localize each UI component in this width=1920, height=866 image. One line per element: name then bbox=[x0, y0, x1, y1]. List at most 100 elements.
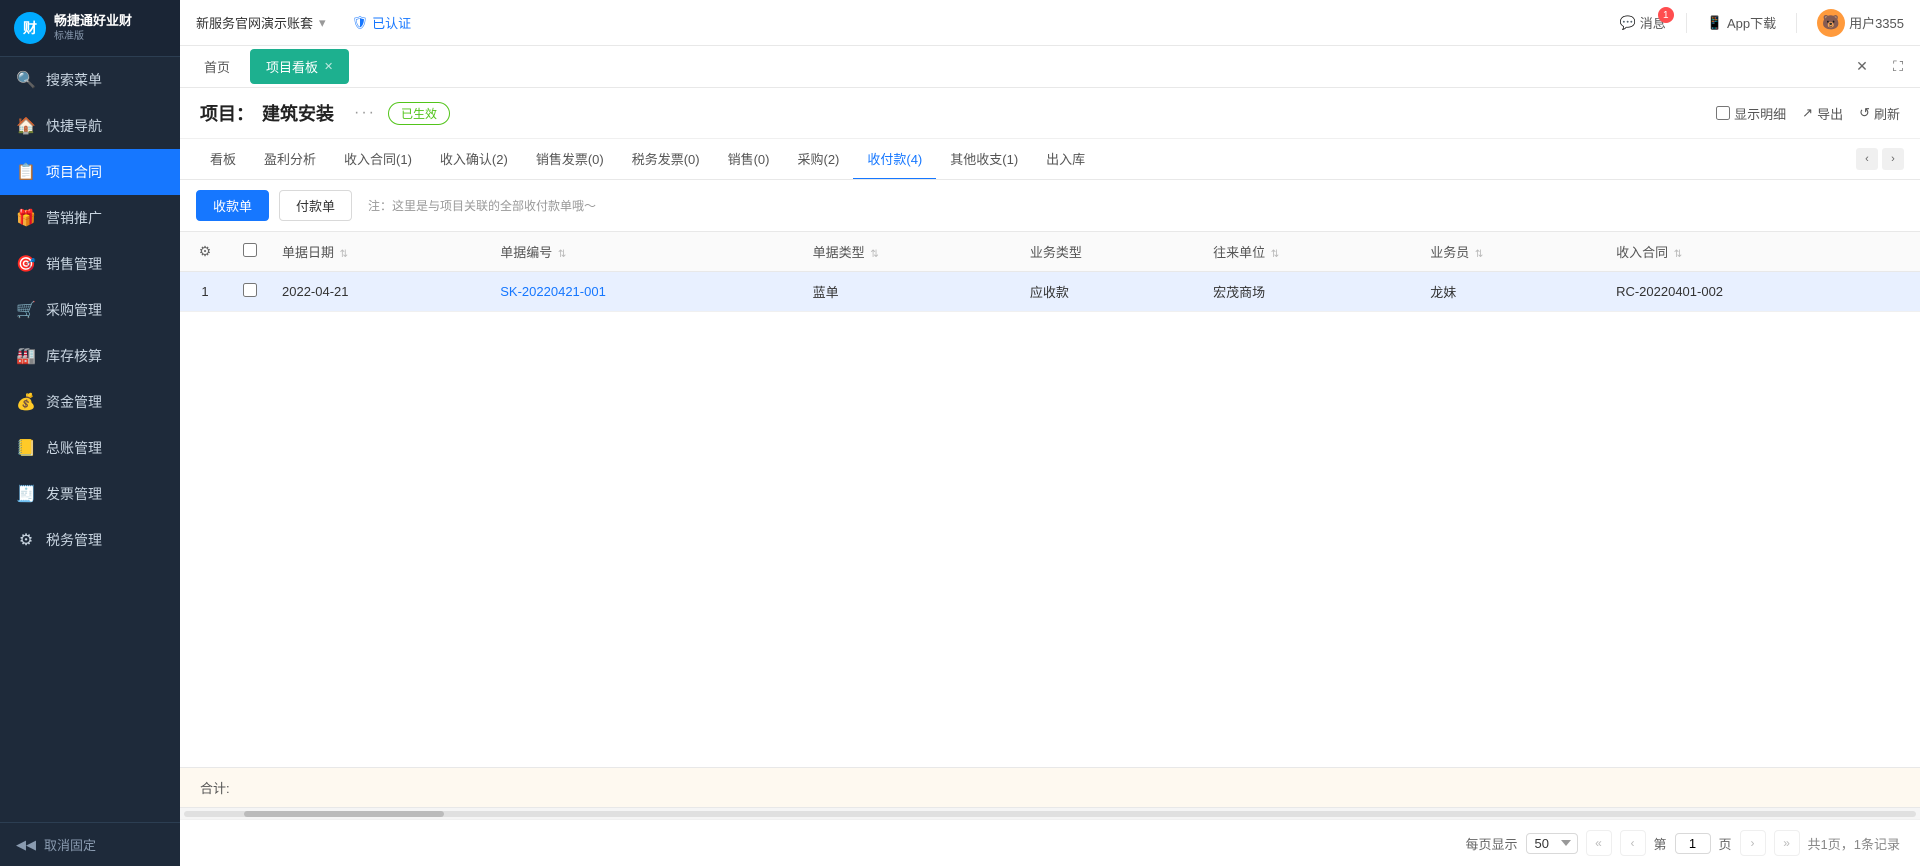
tab-maximize-btn[interactable]: ⛶ bbox=[1884, 53, 1912, 81]
table-row[interactable]: 1 2022-04-21 SK-20220421-001 蓝单 应收款 宏茂商场… bbox=[180, 272, 1920, 312]
show-detail-checkbox[interactable] bbox=[1716, 106, 1730, 120]
sub-tab-other-income[interactable]: 其他收支(1) bbox=[936, 139, 1032, 180]
sidebar-item-marketing[interactable]: 🎁 营销推广 bbox=[0, 195, 180, 241]
total-info: 共1页，1条记录 bbox=[1808, 834, 1900, 853]
refresh-btn[interactable]: ↺ 刷新 bbox=[1859, 104, 1900, 123]
col-income-contract[interactable]: 收入合同 ⇅ bbox=[1604, 232, 1920, 272]
sidebar-item-purchase-mgmt[interactable]: 🛒 采购管理 bbox=[0, 287, 180, 333]
prev-page-btn[interactable]: ‹ bbox=[1620, 830, 1646, 856]
sub-tab-income-confirm[interactable]: 收入确认(2) bbox=[426, 139, 522, 180]
sub-tab-kanban[interactable]: 看板 bbox=[196, 139, 250, 180]
next-page-icon: › bbox=[1751, 836, 1755, 850]
sidebar-label-ledger: 总账管理 bbox=[46, 438, 102, 458]
sidebar-label-project-contract: 项目合同 bbox=[46, 162, 102, 182]
page-input[interactable] bbox=[1675, 833, 1711, 854]
cert-status: 🛡 已认证 bbox=[352, 13, 412, 32]
account-selector[interactable]: 新服务官网演示账套 ▾ bbox=[196, 13, 326, 32]
first-page-btn[interactable]: « bbox=[1586, 830, 1612, 856]
sub-tab-purchase[interactable]: 采购(2) bbox=[783, 139, 853, 180]
sub-tab-receipt-payment[interactable]: 收付款(4) bbox=[853, 139, 936, 180]
app-logo-text: 畅捷通好业财 标准版 bbox=[54, 13, 132, 43]
row-checkbox-0[interactable] bbox=[243, 283, 257, 297]
sidebar-item-ledger[interactable]: 📒 总账管理 bbox=[0, 425, 180, 471]
cell-checkbox[interactable] bbox=[230, 272, 270, 312]
message-btn[interactable]: 💬 消息 1 bbox=[1620, 13, 1666, 32]
sidebar-item-project-contract[interactable]: 📋 项目合同 bbox=[0, 149, 180, 195]
select-all-checkbox[interactable] bbox=[243, 243, 257, 257]
cell-number[interactable]: SK-20220421-001 bbox=[488, 272, 800, 312]
filter-btn-payment[interactable]: 付款单 bbox=[279, 190, 352, 221]
sub-tab-sales[interactable]: 销售(0) bbox=[714, 139, 784, 180]
sub-tabs: 看板盈利分析收入合同(1)收入确认(2)销售发票(0)税务发票(0)销售(0)采… bbox=[180, 139, 1920, 180]
next-page-btn[interactable]: › bbox=[1740, 830, 1766, 856]
settings-icon[interactable]: ⚙ bbox=[199, 243, 212, 259]
scrollbar-area[interactable] bbox=[180, 807, 1920, 819]
tab-list: 首页 项目看板 ✕ bbox=[188, 49, 349, 84]
user-menu[interactable]: 🐻 用户3355 bbox=[1817, 9, 1904, 37]
sub-tab-income-contract[interactable]: 收入合同(1) bbox=[330, 139, 426, 180]
sidebar-item-quick-nav[interactable]: 🏠 快捷导航 bbox=[0, 103, 180, 149]
scrollbar-thumb[interactable] bbox=[244, 811, 444, 817]
sidebar-item-sales-mgmt[interactable]: 🎯 销售管理 bbox=[0, 241, 180, 287]
filter-btn-receipt[interactable]: 收款单 bbox=[196, 190, 269, 221]
close-icon: ✕ bbox=[1856, 58, 1868, 75]
account-arrow-icon: ▾ bbox=[319, 15, 326, 31]
tab-project-board[interactable]: 项目看板 ✕ bbox=[250, 49, 349, 84]
sidebar-item-inventory[interactable]: 🏭 库存核算 bbox=[0, 333, 180, 379]
sidebar-item-invoice-mgmt[interactable]: 🧾 发票管理 bbox=[0, 471, 180, 517]
tab-close-btn[interactable]: ✕ bbox=[1848, 53, 1876, 81]
doc-number-link[interactable]: SK-20220421-001 bbox=[500, 284, 606, 299]
tab-home[interactable]: 首页 bbox=[188, 49, 246, 84]
cell-date: 2022-04-21 bbox=[270, 272, 488, 312]
sidebar-label-inventory: 库存核算 bbox=[46, 346, 102, 366]
sidebar-icon-inventory: 🏭 bbox=[16, 346, 36, 366]
sub-tabs-prev-btn[interactable]: ‹ bbox=[1856, 148, 1878, 170]
sidebar-icon-search: 🔍 bbox=[16, 70, 36, 90]
sidebar-unpin[interactable]: ◀◀ 取消固定 bbox=[0, 822, 180, 866]
app-logo-icon: 财 bbox=[14, 12, 46, 44]
sub-tab-in-out-warehouse[interactable]: 出入库 bbox=[1032, 139, 1099, 180]
col-number[interactable]: 单据编号 ⇅ bbox=[488, 232, 800, 272]
filter-bar: 收款单付款单注：这里是与项目关联的全部收付款单哦～ bbox=[180, 180, 1920, 231]
sidebar-item-tax-mgmt[interactable]: ⚙ 税务管理 bbox=[0, 517, 180, 563]
topbar-left: 新服务官网演示账套 ▾ 🛡 已认证 bbox=[196, 13, 411, 32]
per-page-select[interactable]: 50 10 20 100 bbox=[1526, 833, 1578, 854]
project-name: 建筑安装 bbox=[262, 100, 334, 126]
col-partner[interactable]: 往来单位 ⇅ bbox=[1201, 232, 1418, 272]
cell-type: 蓝单 bbox=[801, 272, 1018, 312]
col-salesman[interactable]: 业务员 ⇅ bbox=[1418, 232, 1604, 272]
app-download-btn[interactable]: 📱 App下载 bbox=[1707, 13, 1776, 32]
tab-project-board-close[interactable]: ✕ bbox=[324, 60, 333, 73]
sidebar-label-finance: 资金管理 bbox=[46, 392, 102, 412]
per-page-label: 每页显示 bbox=[1465, 834, 1517, 853]
col-date-sort-icon: ⇅ bbox=[340, 249, 348, 260]
cell-index: 1 bbox=[180, 272, 230, 312]
sidebar-item-finance[interactable]: 💰 资金管理 bbox=[0, 379, 180, 425]
account-name: 新服务官网演示账套 bbox=[196, 13, 313, 32]
sidebar: 财 畅捷通好业财 标准版 🔍 搜索菜单 🏠 快捷导航 📋 项目合同 🎁 营销推广… bbox=[0, 0, 180, 866]
sub-tab-sales-invoice[interactable]: 销售发票(0) bbox=[522, 139, 618, 180]
col-type[interactable]: 单据类型 ⇅ bbox=[801, 232, 1018, 272]
tabbar-controls: ✕ ⛶ bbox=[1848, 53, 1912, 81]
scrollbar-track[interactable] bbox=[184, 811, 1916, 817]
sidebar-item-search[interactable]: 🔍 搜索菜单 bbox=[0, 57, 180, 103]
last-page-btn[interactable]: » bbox=[1774, 830, 1800, 856]
col-checkbox bbox=[230, 232, 270, 272]
project-more-btn[interactable]: ··· bbox=[354, 104, 376, 122]
project-label-prefix: 项目： bbox=[200, 100, 254, 126]
sidebar-label-tax-mgmt: 税务管理 bbox=[46, 530, 102, 550]
col-date[interactable]: 单据日期 ⇅ bbox=[270, 232, 488, 272]
topbar-right: 💬 消息 1 📱 App下载 🐻 用户3355 bbox=[1620, 9, 1904, 37]
sidebar-icon-tax-mgmt: ⚙ bbox=[16, 530, 36, 550]
sub-tabs-next-btn[interactable]: › bbox=[1882, 148, 1904, 170]
summary-label: 合计: bbox=[200, 778, 230, 797]
app-download-label: App下载 bbox=[1727, 13, 1776, 32]
export-btn[interactable]: ↗ 导出 bbox=[1802, 104, 1843, 123]
sub-tab-tax-invoice[interactable]: 税务发票(0) bbox=[618, 139, 714, 180]
page-label: 第 bbox=[1654, 834, 1667, 853]
col-salesman-sort-icon: ⇅ bbox=[1475, 249, 1483, 260]
show-detail-action[interactable]: 显示明细 bbox=[1716, 104, 1786, 123]
sub-tab-profit[interactable]: 盈利分析 bbox=[250, 139, 330, 180]
sidebar-label-quick-nav: 快捷导航 bbox=[46, 116, 102, 136]
sidebar-icon-purchase-mgmt: 🛒 bbox=[16, 300, 36, 320]
